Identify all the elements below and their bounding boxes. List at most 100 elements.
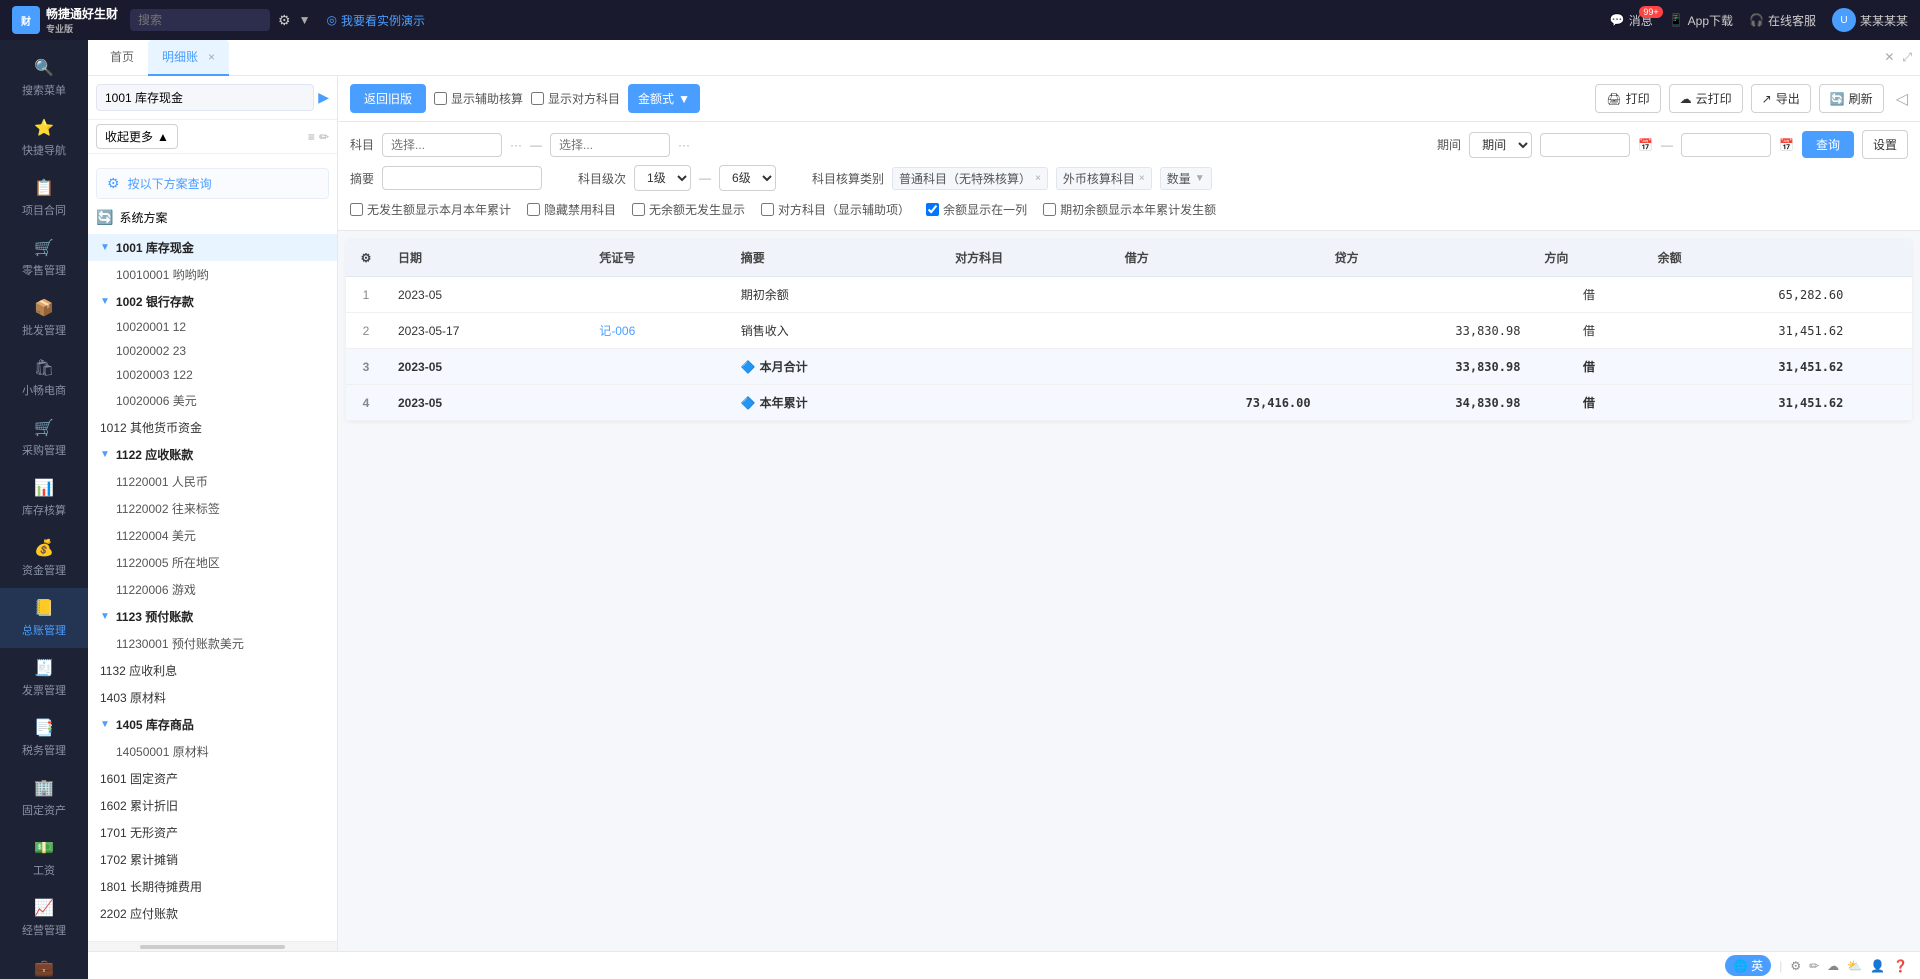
edit-tree-icon[interactable]: ✏ bbox=[319, 130, 329, 144]
sidebar-item-wholesale[interactable]: 📦 批发管理 bbox=[0, 288, 88, 348]
selected-account-display[interactable]: 1001 库存现金 bbox=[96, 84, 314, 111]
refresh-button[interactable]: 🔄 刷新 bbox=[1819, 84, 1884, 113]
tree-item-10020006[interactable]: 10020006 美元 bbox=[88, 387, 337, 414]
settings-icon[interactable]: ⚙ bbox=[278, 12, 291, 29]
tag-foreign[interactable]: 外币核算科目 × bbox=[1056, 167, 1152, 190]
sidebar-item-purchase[interactable]: 🛒 采购管理 bbox=[0, 408, 88, 468]
calendar-end-icon[interactable]: 📅 bbox=[1779, 138, 1794, 152]
maximize-icon[interactable]: ⤢ bbox=[1902, 50, 1912, 65]
tag-normal[interactable]: 普通科目（无特殊核算） × bbox=[892, 167, 1048, 190]
bottom-settings-icon[interactable]: ⚙ bbox=[1790, 959, 1801, 973]
tree-item-11220004[interactable]: 11220004 美元 bbox=[88, 522, 337, 549]
tree-item-2202[interactable]: 2202 应付账款 bbox=[88, 900, 337, 927]
table-settings-icon[interactable]: ⚙ bbox=[361, 251, 372, 265]
sidebar-item-invoice[interactable]: 🧾 发票管理 bbox=[0, 648, 88, 708]
user-menu[interactable]: U 某某某某 bbox=[1832, 8, 1908, 32]
app-download-button[interactable]: 📱 App下载 bbox=[1669, 12, 1733, 29]
tree-item-1002[interactable]: ▼ 1002 银行存款 bbox=[88, 288, 337, 315]
tree-item-10020001[interactable]: 10020001 12 bbox=[88, 315, 337, 339]
chk-no-balance-row[interactable]: 无余额无发生显示 bbox=[632, 201, 745, 218]
bottom-edit-icon[interactable]: ✏ bbox=[1809, 959, 1819, 973]
tree-item-1801[interactable]: 1801 长期待摊费用 bbox=[88, 873, 337, 900]
chk-opening-balance-checkbox[interactable] bbox=[1043, 203, 1056, 216]
sidebar-item-funds[interactable]: 💰 资金管理 bbox=[0, 528, 88, 588]
tag-normal-close-icon[interactable]: × bbox=[1035, 173, 1041, 184]
sidebar-item-ledger[interactable]: 📒 总账管理 bbox=[0, 588, 88, 648]
tree-item-10020002[interactable]: 10020002 23 bbox=[88, 339, 337, 363]
system-solution-label[interactable]: 系统方案 bbox=[119, 209, 167, 226]
tree-item-1403[interactable]: 1403 原材料 bbox=[88, 684, 337, 711]
tree-item-11220005[interactable]: 11220005 所在地区 bbox=[88, 549, 337, 576]
bottom-cloud1-icon[interactable]: ☁ bbox=[1827, 959, 1839, 973]
chk-no-occurrence-row[interactable]: 无发生额显示本月本年累计 bbox=[350, 201, 511, 218]
tree-item-1602[interactable]: 1602 累计折旧 bbox=[88, 792, 337, 819]
tab-close-icon[interactable]: × bbox=[208, 50, 215, 64]
message-button[interactable]: 💬 消息 99+ bbox=[1610, 12, 1653, 29]
sidebar-item-project[interactable]: 📋 项目合同 bbox=[0, 168, 88, 228]
sidebar-item-quicknav[interactable]: ⭐ 快捷导航 bbox=[0, 108, 88, 168]
tree-item-1702[interactable]: 1702 累计摊销 bbox=[88, 846, 337, 873]
demo-link[interactable]: ◎ 我要看实例演示 bbox=[326, 12, 425, 29]
tree-item-1701[interactable]: 1701 无形资产 bbox=[88, 819, 337, 846]
chk-balance-one-col-checkbox[interactable] bbox=[926, 203, 939, 216]
list-view-icon[interactable]: ≡ bbox=[308, 130, 315, 144]
sidebar-item-salary[interactable]: 💵 工资 bbox=[0, 828, 88, 888]
tree-item-11230001[interactable]: 11230001 预付账款美元 bbox=[88, 630, 337, 657]
sidebar-item-retail[interactable]: 🛒 零售管理 bbox=[0, 228, 88, 288]
chk-aux-verify-checkbox[interactable] bbox=[434, 92, 447, 105]
settings-button[interactable]: 设置 bbox=[1862, 130, 1908, 159]
sidebar-item-search[interactable]: 🔍 搜索菜单 bbox=[0, 48, 88, 108]
chk-opposite-checkbox[interactable] bbox=[531, 92, 544, 105]
export-button[interactable]: ↗ 导出 bbox=[1751, 84, 1811, 113]
chk-opposite-subject-row[interactable]: 对方科目（显示辅助项） bbox=[761, 201, 910, 218]
calendar-start-icon[interactable]: 📅 bbox=[1638, 138, 1653, 152]
tree-item-1012[interactable]: 1012 其他货币资金 bbox=[88, 414, 337, 441]
tree-item-1001[interactable]: ▼ 1001 库存现金 bbox=[88, 234, 337, 261]
tab-home[interactable]: 首页 bbox=[96, 40, 148, 76]
tree-item-11220001[interactable]: 11220001 人民币 bbox=[88, 468, 337, 495]
sidebar-item-operations[interactable]: 📈 经营管理 bbox=[0, 888, 88, 948]
top-search-input[interactable] bbox=[130, 9, 270, 31]
chk-no-occurrence-checkbox[interactable] bbox=[350, 203, 363, 216]
tag-quantity[interactable]: 数量 ▼ bbox=[1160, 167, 1212, 190]
tree-item-1123[interactable]: ▼ 1123 预付账款 bbox=[88, 603, 337, 630]
voucher-link[interactable]: 记-006 bbox=[599, 324, 635, 338]
sidebar-item-ecommerce[interactable]: 🛍 小畅电商 bbox=[0, 348, 88, 408]
bottom-user-icon[interactable]: 👤 bbox=[1870, 959, 1885, 973]
chk-balance-one-col-row[interactable]: 余额显示在一列 bbox=[926, 201, 1027, 218]
tree-item-1132[interactable]: 1132 应收利息 bbox=[88, 657, 337, 684]
bottom-cloud2-icon[interactable]: ⛅ bbox=[1847, 959, 1862, 973]
tree-hscroll[interactable] bbox=[88, 941, 337, 951]
date-end-input[interactable]: 2023-05 bbox=[1681, 133, 1771, 157]
tree-item-1405[interactable]: ▼ 1405 库存商品 bbox=[88, 711, 337, 738]
expand-arrow-icon[interactable]: ▶ bbox=[318, 89, 329, 106]
tree-item-1601[interactable]: 1601 固定资产 bbox=[88, 765, 337, 792]
tree-item-1122[interactable]: ▼ 1122 应收账款 bbox=[88, 441, 337, 468]
query-button[interactable]: 查询 bbox=[1802, 131, 1854, 158]
chevron-down-icon[interactable]: ▼ bbox=[299, 13, 311, 27]
tag-foreign-close-icon[interactable]: × bbox=[1139, 173, 1145, 184]
tab-ledger[interactable]: 明细账 × bbox=[148, 40, 229, 76]
language-switch-button[interactable]: 🌐 英 bbox=[1725, 955, 1771, 976]
tree-item-10010001[interactable]: 10010001 哟哟哟 bbox=[88, 261, 337, 288]
subject-end-input[interactable] bbox=[550, 133, 670, 157]
tree-item-10020003[interactable]: 10020003 122 bbox=[88, 363, 337, 387]
summary-input[interactable] bbox=[382, 166, 542, 190]
date-start-input[interactable]: 2023-05 bbox=[1540, 133, 1630, 157]
th-settings[interactable]: ⚙ bbox=[346, 239, 386, 277]
tree-item-11220002[interactable]: 11220002 往来标签 bbox=[88, 495, 337, 522]
sidebar-item-inventory[interactable]: 📊 库存核算 bbox=[0, 468, 88, 528]
level-end-select[interactable]: 6级 bbox=[719, 165, 776, 191]
tree-item-14050001[interactable]: 14050001 原材料 bbox=[88, 738, 337, 765]
panel-expand-more-btn[interactable]: 收起更多 ▲ bbox=[96, 124, 178, 149]
sidebar-item-tax[interactable]: 📑 税务管理 bbox=[0, 708, 88, 768]
print-button[interactable]: 🖨 打印 bbox=[1595, 84, 1660, 113]
back-old-version-button[interactable]: 返回旧版 bbox=[350, 84, 426, 113]
bottom-help-icon[interactable]: ❓ bbox=[1893, 959, 1908, 973]
sidebar-item-expense[interactable]: 💼 小畅报销 bbox=[0, 948, 88, 979]
format-dropdown-button[interactable]: 金额式 ▼ bbox=[628, 84, 700, 113]
cloud-print-button[interactable]: ☁ 云打印 bbox=[1669, 84, 1743, 113]
chk-hide-disabled-row[interactable]: 隐藏禁用科目 bbox=[527, 201, 616, 218]
chk-opening-balance-row[interactable]: 期初余额显示本年累计发生额 bbox=[1043, 201, 1216, 218]
level-start-select[interactable]: 1级 bbox=[634, 165, 691, 191]
